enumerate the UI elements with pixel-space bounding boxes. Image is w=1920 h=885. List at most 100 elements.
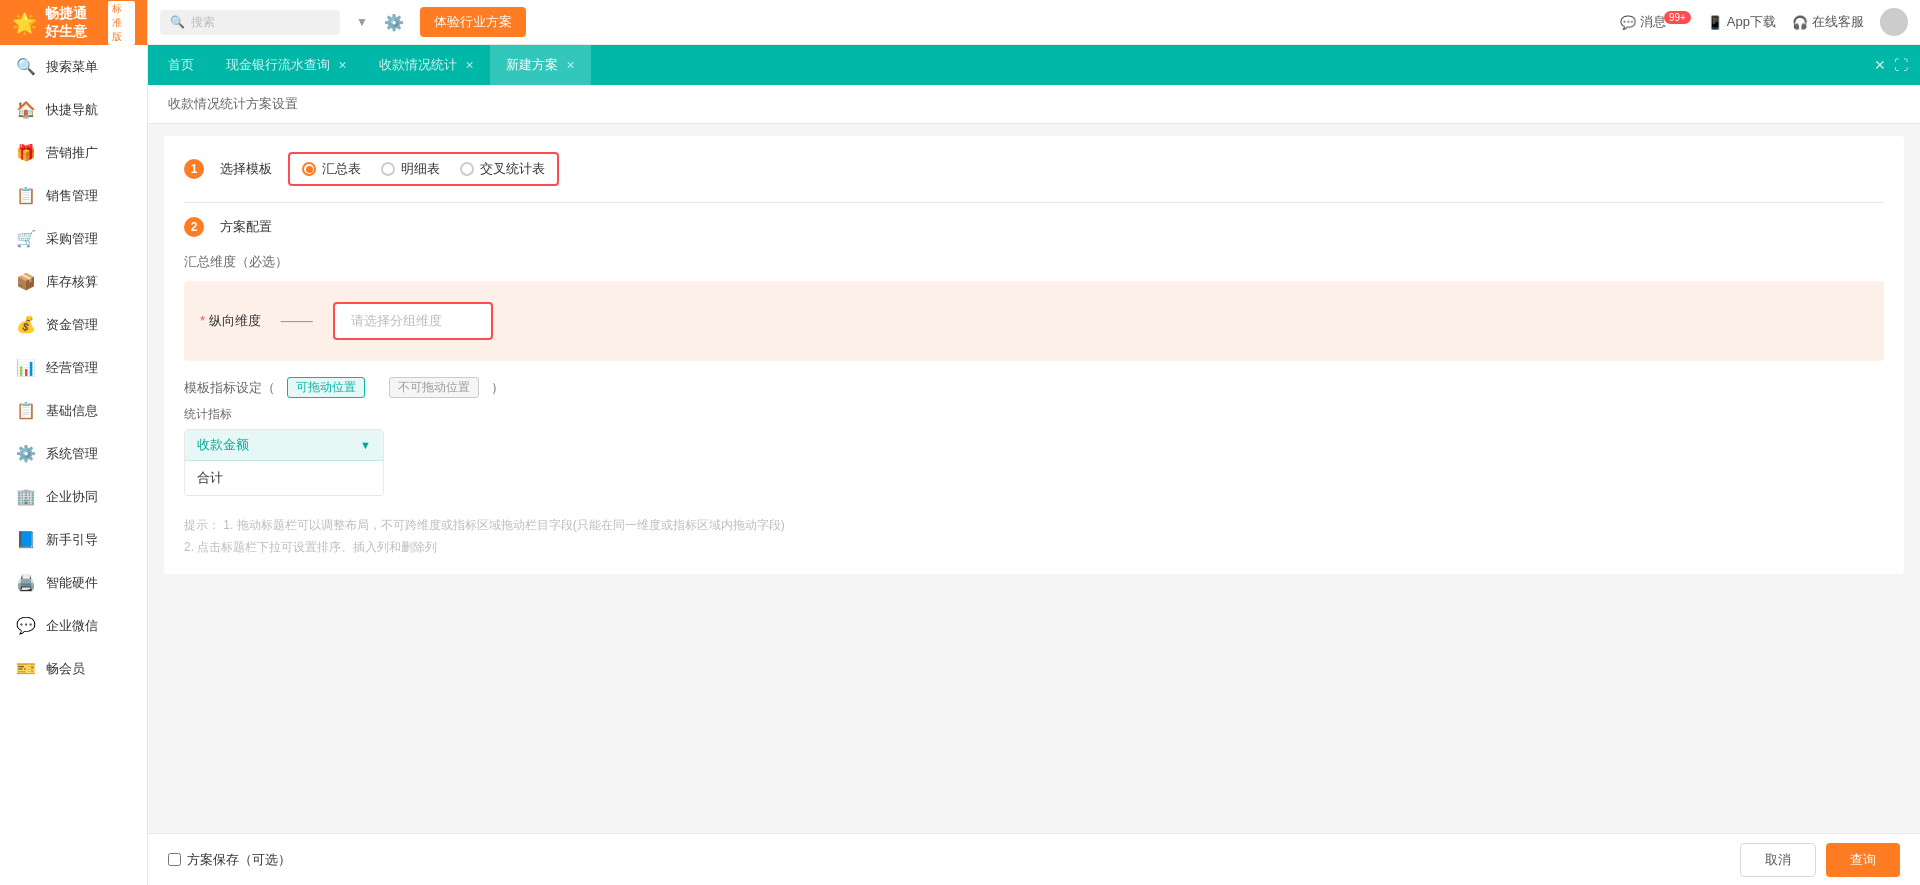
radio-summary-label: 汇总表 (322, 160, 361, 178)
sidebar-item-label: 资金管理 (46, 316, 98, 334)
support-icon: 🎧 (1792, 15, 1808, 30)
footer-right: 取消 查询 (1740, 843, 1900, 877)
metrics-table-header[interactable]: 收款金额 ▼ (185, 430, 383, 461)
app-download-label: App下载 (1727, 13, 1776, 31)
sidebar-item-capital[interactable]: 💰 资金管理 (0, 303, 147, 346)
radio-detail-circle (381, 162, 395, 176)
sidebar-item-smart-hw[interactable]: 🖨️ 智能硬件 (0, 561, 147, 604)
wechat-icon: 💬 (16, 616, 36, 635)
chart-icon: 📊 (16, 358, 36, 377)
sidebar-item-label: 经营管理 (46, 359, 98, 377)
sidebar-item-label: 搜索菜单 (46, 58, 98, 76)
radio-detail[interactable]: 明细表 (381, 160, 440, 178)
search-placeholder-text: 搜索 (191, 14, 215, 31)
sidebar-logo: 🌟 畅捷通好生意 标准版 (0, 0, 147, 45)
radio-summary[interactable]: 汇总表 (302, 160, 361, 178)
tab-receipt-stats-label: 收款情况统计 (379, 56, 457, 74)
tab-new-plan-close[interactable]: ✕ (566, 59, 575, 72)
sidebar-item-operations[interactable]: 📊 经营管理 (0, 346, 147, 389)
tab-home[interactable]: 首页 (152, 45, 210, 85)
sidebar-item-newbie[interactable]: 📘 新手引导 (0, 518, 147, 561)
step1-badge: 1 (184, 159, 204, 179)
online-support-item[interactable]: 🎧 在线客服 (1792, 13, 1864, 31)
summary-dimension-title: 汇总维度（必选） (184, 253, 1884, 271)
settings-icon[interactable]: ⚙️ (384, 13, 404, 32)
tab-close-all-icon[interactable]: ✕ (1874, 57, 1886, 73)
sidebar-item-search-menu[interactable]: 🔍 搜索菜单 (0, 45, 147, 88)
sidebar-item-label: 企业协同 (46, 488, 98, 506)
sidebar-item-basic-info[interactable]: 📋 基础信息 (0, 389, 147, 432)
hint-2: 2. 点击标题栏下拉可设置排序、插入列和删除列 (184, 537, 1884, 559)
search-menu-icon: 🔍 (16, 57, 36, 76)
home-icon: 🏠 (16, 100, 36, 119)
dropdown-icon[interactable]: ▼ (360, 439, 371, 451)
app-download-item[interactable]: 📱 App下载 (1707, 13, 1776, 31)
enterprise-icon: 🏢 (16, 487, 36, 506)
notification-item[interactable]: 💬 消息 99+ (1620, 13, 1691, 31)
hint-1: 提示： 1. 拖动标题栏可以调整布局，不可跨维度或指标区域拖动栏目字段(只能在同… (184, 515, 1884, 537)
tab-expand-icon[interactable]: ⛶ (1894, 57, 1908, 73)
notification-badge: 99+ (1664, 11, 1691, 24)
page-header: 收款情况统计方案设置 (148, 85, 1920, 124)
radio-detail-label: 明细表 (401, 160, 440, 178)
metrics-layout: 统计指标 收款金额 ▼ 合计 (184, 406, 1884, 499)
sidebar-item-sales[interactable]: 📋 销售管理 (0, 174, 147, 217)
step1-label: 选择模板 (220, 160, 272, 178)
sidebar-item-quick-nav[interactable]: 🏠 快捷导航 (0, 88, 147, 131)
sidebar: 🌟 畅捷通好生意 标准版 🔍 搜索菜单 🏠 快捷导航 🎁 营销推广 📋 销售管理… (0, 0, 148, 885)
metrics-table-row: 合计 (185, 461, 383, 495)
sidebar-item-members[interactable]: 🎫 畅会员 (0, 647, 147, 690)
metrics-section: 模板指标设定（ 可拖动位置 不可拖动位置 ） 统计指标 收款金额 (184, 377, 1884, 499)
money-icon: 💰 (16, 315, 36, 334)
trial-industry-button[interactable]: 体验行业方案 (420, 7, 526, 37)
search-icon: 🔍 (170, 15, 185, 29)
sidebar-item-inventory[interactable]: 📦 库存核算 (0, 260, 147, 303)
radio-cross-label: 交叉统计表 (480, 160, 545, 178)
tab-bank-flow-close[interactable]: ✕ (338, 59, 347, 72)
printer-icon: 🖨️ (16, 573, 36, 592)
query-button[interactable]: 查询 (1826, 843, 1900, 877)
non-draggable-badge: 不可拖动位置 (389, 377, 479, 398)
user-avatar[interactable] (1880, 8, 1908, 36)
sidebar-item-label: 销售管理 (46, 187, 98, 205)
topbar-chevron-icon[interactable]: ▼ (356, 15, 368, 29)
sidebar-logo-badge: 标准版 (108, 1, 135, 45)
tab-new-plan[interactable]: 新建方案 ✕ (490, 45, 591, 85)
dimension-select[interactable]: 请选择分组维度 (333, 302, 493, 340)
sidebar-item-label: 畅会员 (46, 660, 85, 678)
radio-cross[interactable]: 交叉统计表 (460, 160, 545, 178)
save-checkbox[interactable] (168, 853, 181, 866)
topbar-right: 💬 消息 99+ 📱 App下载 🎧 在线客服 (1620, 8, 1908, 36)
tabbar: 首页 现金银行流水查询 ✕ 收款情况统计 ✕ 新建方案 ✕ ✕ ⛶ (148, 45, 1920, 85)
metrics-title-text: 模板指标设定（ (184, 379, 275, 397)
sidebar-item-system[interactable]: ⚙️ 系统管理 (0, 432, 147, 475)
box-icon: 📦 (16, 272, 36, 291)
tabbar-controls: ✕ ⛶ (1874, 57, 1916, 73)
tab-bank-flow-label: 现金银行流水查询 (226, 56, 330, 74)
app-icon: 📱 (1707, 15, 1723, 30)
save-checkbox-label[interactable]: 方案保存（可选） (168, 851, 291, 869)
template-select-box: 汇总表 明细表 交叉统计表 (288, 152, 559, 186)
sidebar-item-enterprise[interactable]: 🏢 企业协同 (0, 475, 147, 518)
gear-icon: ⚙️ (16, 444, 36, 463)
cancel-button[interactable]: 取消 (1740, 843, 1816, 877)
tab-bank-flow[interactable]: 现金银行流水查询 ✕ (210, 45, 363, 85)
sidebar-item-label: 新手引导 (46, 531, 98, 549)
step1-row: 1 选择模板 汇总表 明细表 交叉统计表 (184, 152, 1884, 186)
sidebar-item-marketing[interactable]: 🎁 营销推广 (0, 131, 147, 174)
sidebar-item-label: 基础信息 (46, 402, 98, 420)
tab-receipt-stats-close[interactable]: ✕ (465, 59, 474, 72)
tab-receipt-stats[interactable]: 收款情况统计 ✕ (363, 45, 490, 85)
metrics-label-row: 模板指标设定（ 可拖动位置 不可拖动位置 ） (184, 377, 1884, 398)
vertical-dim-label: * 纵向维度 (200, 312, 261, 330)
main-area: 🔍 搜索 ▼ ⚙️ 体验行业方案 💬 消息 99+ 📱 App下载 🎧 在线客服 (148, 0, 1920, 885)
search-bar[interactable]: 🔍 搜索 (160, 10, 340, 35)
dim-arrow-icon: —— (281, 312, 313, 330)
stats-column: 统计指标 收款金额 ▼ 合计 (184, 406, 384, 499)
radio-group-template: 汇总表 明细表 交叉统计表 (302, 160, 545, 178)
tab-new-plan-label: 新建方案 (506, 56, 558, 74)
step2-row: 2 方案配置 (184, 217, 1884, 237)
sidebar-item-wechat[interactable]: 💬 企业微信 (0, 604, 147, 647)
metrics-table: 收款金额 ▼ 合计 (184, 429, 384, 496)
sidebar-item-purchase[interactable]: 🛒 采购管理 (0, 217, 147, 260)
